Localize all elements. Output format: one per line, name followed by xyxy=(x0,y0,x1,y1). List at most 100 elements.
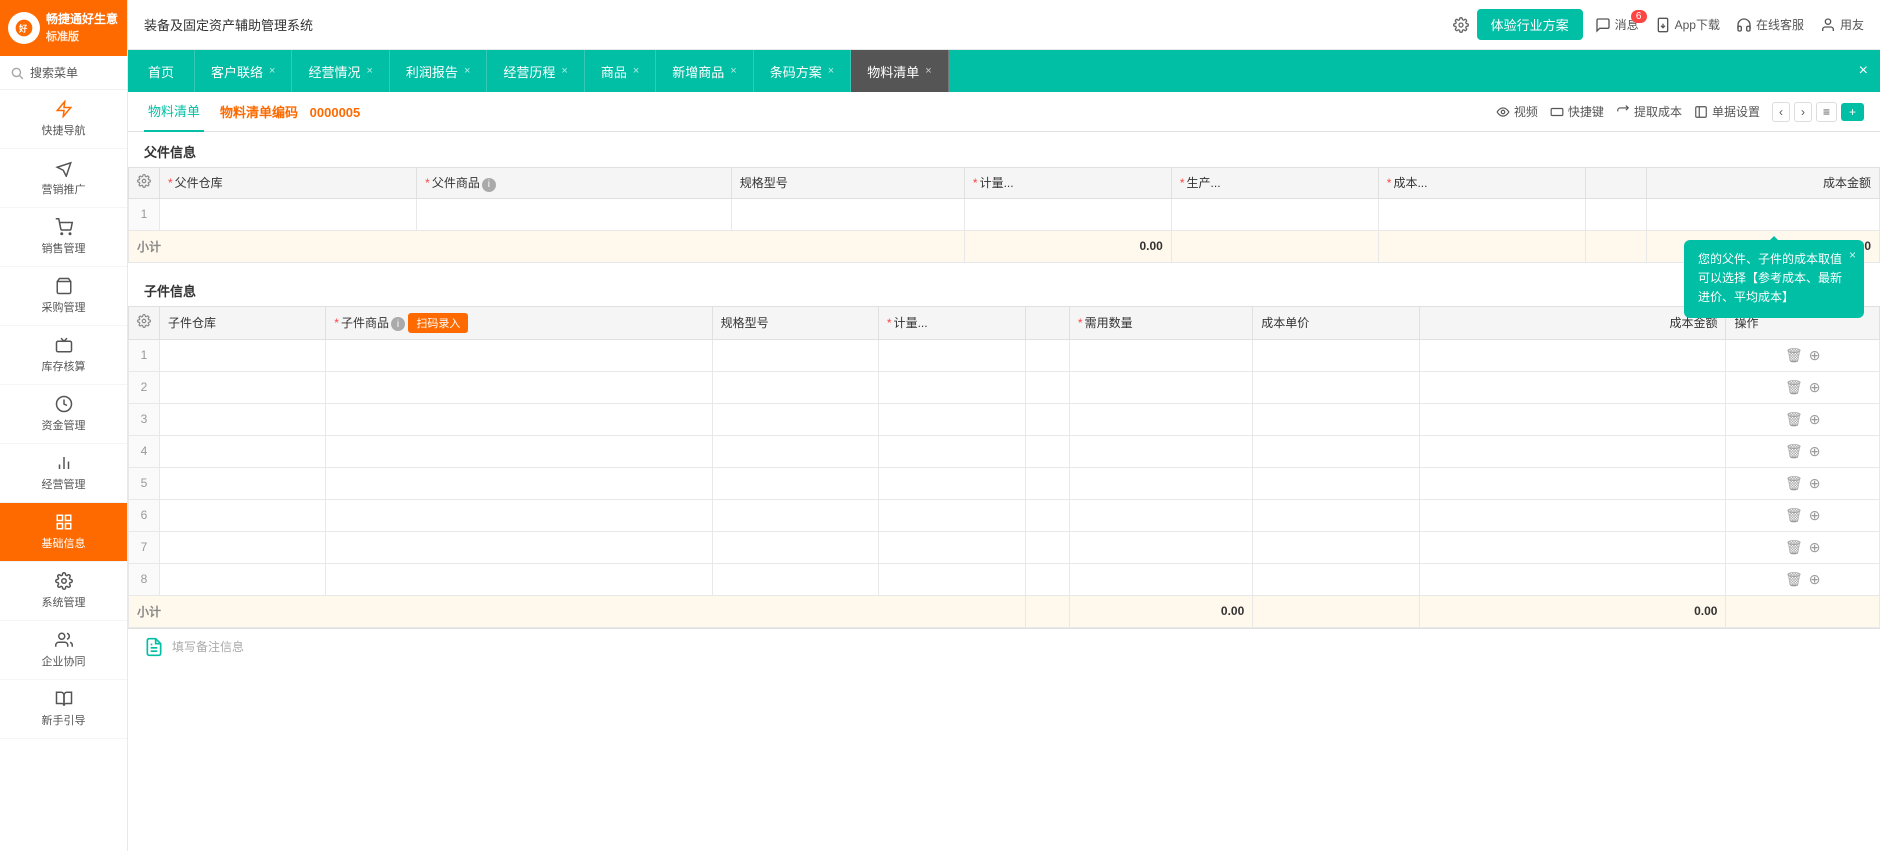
copy-row-icon[interactable]: ⊕ xyxy=(1809,539,1821,556)
shortcut-button[interactable]: 快捷键 xyxy=(1550,103,1604,120)
child-product-cell[interactable] xyxy=(326,467,712,499)
close-icon[interactable]: × xyxy=(828,65,834,77)
child-product-cell[interactable] xyxy=(326,339,712,371)
close-icon[interactable]: × xyxy=(269,65,275,77)
child-unit-cost-cell[interactable] xyxy=(1253,435,1419,467)
copy-row-icon[interactable]: ⊕ xyxy=(1809,411,1821,428)
prev-button[interactable]: ‹ xyxy=(1772,102,1790,122)
nav-tab-home[interactable]: 首页 xyxy=(128,50,195,92)
child-unit-cell[interactable] xyxy=(878,339,1026,371)
sub-tab-bom[interactable]: 物料清单 xyxy=(144,92,204,132)
close-icon[interactable]: × xyxy=(633,65,639,77)
child-qty-cell[interactable] xyxy=(1069,531,1252,563)
delete-row-icon[interactable]: 🗑 xyxy=(1785,475,1803,492)
child-qty-cell[interactable] xyxy=(1069,339,1252,371)
nav-tab-customer[interactable]: 客户联络 × xyxy=(195,50,292,92)
child-unit-cell[interactable] xyxy=(878,371,1026,403)
app-download-button[interactable]: App下载 xyxy=(1655,16,1720,33)
sidebar-item-guide[interactable]: 新手引导 xyxy=(0,680,127,739)
copy-row-icon[interactable]: ⊕ xyxy=(1809,507,1821,524)
settings-button[interactable]: 单据设置 xyxy=(1694,103,1760,120)
sidebar-item-marketing[interactable]: 营销推广 xyxy=(0,149,127,208)
child-spec-cell[interactable] xyxy=(712,403,878,435)
parent-cost-cell[interactable] xyxy=(1378,198,1585,230)
delete-row-icon[interactable]: 🗑 xyxy=(1785,443,1803,460)
child-spec-cell[interactable] xyxy=(712,339,878,371)
nav-tab-bom[interactable]: 物料清单 × xyxy=(851,50,948,92)
list-view-button[interactable]: ≡ xyxy=(1816,102,1837,122)
nav-tab-product[interactable]: 商品 × xyxy=(585,50,656,92)
sidebar-item-system[interactable]: 系统管理 xyxy=(0,562,127,621)
delete-row-icon[interactable]: 🗑 xyxy=(1785,347,1803,364)
child-unit-cell[interactable] xyxy=(878,403,1026,435)
sidebar-item-finance[interactable]: 资金管理 xyxy=(0,385,127,444)
child-unit-cost-cell[interactable] xyxy=(1253,499,1419,531)
sidebar-item-enterprise[interactable]: 企业协同 xyxy=(0,621,127,680)
delete-row-icon[interactable]: 🗑 xyxy=(1785,507,1803,524)
child-warehouse-cell[interactable] xyxy=(160,403,326,435)
nav-tab-new-product[interactable]: 新增商品 × xyxy=(656,50,753,92)
trial-button[interactable]: 体验行业方案 xyxy=(1477,9,1583,40)
close-icon[interactable]: × xyxy=(366,65,372,77)
parent-product-cell[interactable] xyxy=(417,198,732,230)
child-qty-cell[interactable] xyxy=(1069,403,1252,435)
parent-product-info-icon[interactable]: i xyxy=(482,178,496,192)
add-button[interactable]: + xyxy=(1841,103,1864,121)
child-product-cell[interactable] xyxy=(326,403,712,435)
child-warehouse-cell[interactable] xyxy=(160,435,326,467)
child-product-cell[interactable] xyxy=(326,531,712,563)
sidebar-item-quick-nav[interactable]: 快捷导航 xyxy=(0,90,127,149)
extract-cost-button[interactable]: 提取成本 xyxy=(1616,103,1682,120)
message-button[interactable]: 消息 6 xyxy=(1595,16,1639,33)
child-qty-cell[interactable] xyxy=(1069,467,1252,499)
child-spec-cell[interactable] xyxy=(712,467,878,499)
child-product-info-icon[interactable]: i xyxy=(391,317,405,331)
delete-row-icon[interactable]: 🗑 xyxy=(1785,379,1803,396)
sidebar-item-operation[interactable]: 经营管理 xyxy=(0,444,127,503)
child-qty-cell[interactable] xyxy=(1069,499,1252,531)
close-icon[interactable]: × xyxy=(730,65,736,77)
scan-button[interactable]: 扫码录入 xyxy=(408,313,468,333)
gear-icon[interactable] xyxy=(1453,17,1469,33)
nav-tab-profit[interactable]: 利润报告 × xyxy=(390,50,487,92)
delete-row-icon[interactable]: 🗑 xyxy=(1785,571,1803,588)
parent-spec-cell[interactable] xyxy=(731,198,964,230)
child-qty-cell[interactable] xyxy=(1069,563,1252,595)
child-unit-cost-cell[interactable] xyxy=(1253,371,1419,403)
copy-row-icon[interactable]: ⊕ xyxy=(1809,475,1821,492)
copy-row-icon[interactable]: ⊕ xyxy=(1809,379,1821,396)
next-button[interactable]: › xyxy=(1794,102,1812,122)
child-unit-cost-cell[interactable] xyxy=(1253,403,1419,435)
delete-row-icon[interactable]: 🗑 xyxy=(1785,539,1803,556)
child-warehouse-cell[interactable] xyxy=(160,563,326,595)
child-spec-cell[interactable] xyxy=(712,563,878,595)
child-spec-cell[interactable] xyxy=(712,531,878,563)
copy-row-icon[interactable]: ⊕ xyxy=(1809,571,1821,588)
parent-produce-cell[interactable] xyxy=(1171,198,1378,230)
copy-row-icon[interactable]: ⊕ xyxy=(1809,347,1821,364)
sidebar-item-purchase[interactable]: 采购管理 xyxy=(0,267,127,326)
child-warehouse-cell[interactable] xyxy=(160,531,326,563)
sidebar-item-sales[interactable]: 销售管理 xyxy=(0,208,127,267)
child-unit-cell[interactable] xyxy=(878,467,1026,499)
child-unit-cell[interactable] xyxy=(878,531,1026,563)
child-product-cell[interactable] xyxy=(326,563,712,595)
close-icon[interactable]: × xyxy=(925,65,931,77)
child-warehouse-cell[interactable] xyxy=(160,499,326,531)
child-product-cell[interactable] xyxy=(326,371,712,403)
view-button[interactable]: 视频 xyxy=(1496,103,1538,120)
child-unit-cost-cell[interactable] xyxy=(1253,531,1419,563)
copy-row-icon[interactable]: ⊕ xyxy=(1809,443,1821,460)
child-product-cell[interactable] xyxy=(326,435,712,467)
parent-unit-cell[interactable] xyxy=(964,198,1171,230)
child-qty-cell[interactable] xyxy=(1069,435,1252,467)
child-unit-cost-cell[interactable] xyxy=(1253,467,1419,499)
delete-row-icon[interactable]: 🗑 xyxy=(1785,411,1803,428)
sidebar-item-basic[interactable]: 基础信息 xyxy=(0,503,127,562)
child-qty-cell[interactable] xyxy=(1069,371,1252,403)
nav-tab-history[interactable]: 经营历程 × xyxy=(487,50,584,92)
close-icon[interactable]: × xyxy=(464,65,470,77)
online-service-button[interactable]: 在线客服 xyxy=(1736,16,1804,33)
user-menu-button[interactable]: 用友 xyxy=(1820,16,1864,33)
search-menu[interactable]: 搜索菜单 xyxy=(0,56,127,90)
